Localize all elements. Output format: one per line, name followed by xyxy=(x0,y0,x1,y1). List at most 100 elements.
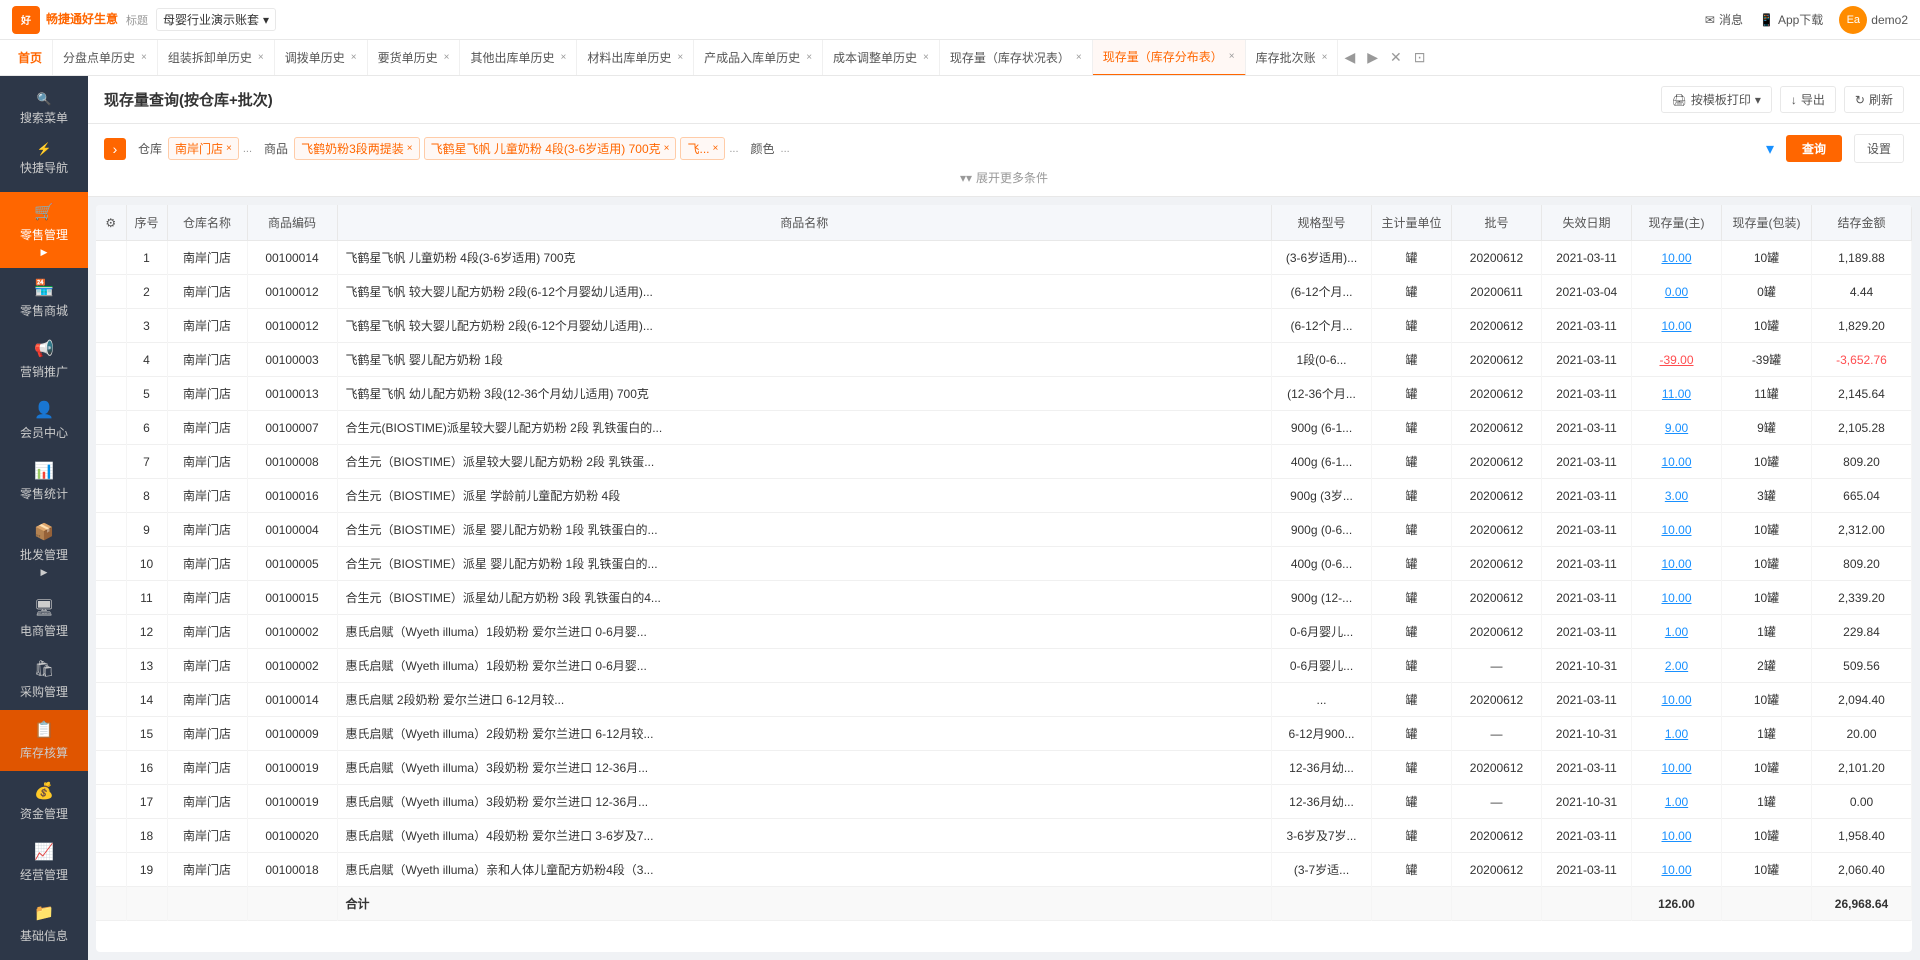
cell-stock-main[interactable]: 3.00 xyxy=(1632,479,1722,513)
warehouse-tag-南岸门店[interactable]: 南岸门店 × xyxy=(168,137,239,160)
tag-close-icon[interactable]: × xyxy=(407,143,413,154)
tab-现存量分布[interactable]: 现存量（库存分布表） × xyxy=(1093,40,1246,76)
query-button[interactable]: 查询 xyxy=(1786,135,1842,162)
goods-tag-3[interactable]: 飞... × xyxy=(680,137,725,160)
col-header-settings[interactable]: ⚙ xyxy=(96,205,126,241)
tab-close-icon[interactable]: × xyxy=(1229,51,1235,62)
cell-stock-main[interactable]: 1.00 xyxy=(1632,615,1722,649)
sidebar-quicknav[interactable]: ⚡ 快捷导航 xyxy=(0,134,88,184)
sidebar-item-operation[interactable]: 📈 经营管理 xyxy=(0,832,88,893)
cell-warehouse: 南岸门店 xyxy=(167,751,247,785)
sidebar-item-purchase[interactable]: 🛍 采购管理 xyxy=(0,649,88,710)
sidebar-search[interactable]: 🔍 搜索菜单 xyxy=(0,84,88,134)
warehouse-more-button[interactable]: ... xyxy=(243,143,252,155)
tag-close-icon[interactable]: × xyxy=(713,143,719,154)
cell-stock-main[interactable]: 10.00 xyxy=(1632,513,1722,547)
color-more-button[interactable]: ... xyxy=(781,143,790,155)
sidebar-item-ecommerce[interactable]: 🖥 电商管理 xyxy=(0,588,88,649)
expand-more-filters[interactable]: ▾▾ 展开更多条件 xyxy=(104,169,1904,186)
tab-close-icon[interactable]: × xyxy=(141,52,147,63)
cell-stock-main[interactable]: 10.00 xyxy=(1632,445,1722,479)
tab-其他出库[interactable]: 其他出库单历史 × xyxy=(460,40,577,76)
cell-stock-main[interactable]: 1.00 xyxy=(1632,717,1722,751)
company-select[interactable]: 母婴行业演示账套 ▾ xyxy=(156,8,276,31)
sidebar-item-zero-retail[interactable]: 🛒 零售管理 ▶ xyxy=(0,192,88,268)
cell-stock-main[interactable]: 10.00 xyxy=(1632,853,1722,887)
tab-maximize-icon[interactable]: ⊡ xyxy=(1408,40,1432,76)
sidebar-item-marketing[interactable]: 📢 营销推广 xyxy=(0,329,88,390)
sidebar-item-inventory[interactable]: 📋 库存核算 xyxy=(0,710,88,771)
cell-stock-main[interactable]: 1.00 xyxy=(1632,785,1722,819)
dropdown-chevron-icon[interactable]: ▾ xyxy=(1766,139,1774,159)
table-total-row: 合计 126.00 26,968.64 xyxy=(96,887,1912,921)
cell-stock-main[interactable]: -39.00 xyxy=(1632,343,1722,377)
cell-stock-main[interactable]: 10.00 xyxy=(1632,683,1722,717)
printer-icon: 🖨 xyxy=(1672,93,1687,107)
sidebar-item-retail-stats[interactable]: 📊 零售统计 xyxy=(0,451,88,512)
cell-stock-main[interactable]: 10.00 xyxy=(1632,547,1722,581)
expand-arrow-icon: ▶ xyxy=(41,247,48,258)
tab-成本调整[interactable]: 成本调整单历史 × xyxy=(823,40,940,76)
total-empty-spec xyxy=(1272,887,1372,921)
table-row: 8 南岸门店 00100016 合生元（BIOSTIME）派星 学龄前儿童配方奶… xyxy=(96,479,1912,513)
cell-unit: 罐 xyxy=(1372,751,1452,785)
tag-close-icon[interactable]: × xyxy=(664,143,670,154)
tab-prev-arrow[interactable]: ◀ xyxy=(1338,40,1361,76)
cell-stock-pkg: 1罐 xyxy=(1722,785,1812,819)
user-avatar-area[interactable]: Ea demo2 xyxy=(1839,6,1908,34)
sidebar-item-member[interactable]: 👤 会员中心 xyxy=(0,390,88,451)
cell-unit: 罐 xyxy=(1372,581,1452,615)
tab-库存批次账[interactable]: 库存批次账 × xyxy=(1246,40,1339,76)
sidebar-item-wholesale[interactable]: 📦 批发管理 ▶ xyxy=(0,512,88,588)
cell-stock-main[interactable]: 10.00 xyxy=(1632,581,1722,615)
tab-label: 产成品入库单历史 xyxy=(704,49,800,66)
cell-stock-main[interactable]: 10.00 xyxy=(1632,309,1722,343)
cell-stock-main[interactable]: 0.00 xyxy=(1632,275,1722,309)
cell-stock-main[interactable]: 11.00 xyxy=(1632,377,1722,411)
tag-close-icon[interactable]: × xyxy=(226,143,232,154)
cell-num: 8 xyxy=(126,479,167,513)
goods-tag-2[interactable]: 飞鹤星飞帆 儿童奶粉 4段(3-6岁适用) 700克 × xyxy=(424,137,677,160)
tab-close-icon[interactable]: × xyxy=(444,52,450,63)
sidebar-item-system[interactable]: ⚙ 系统管理 xyxy=(0,954,88,960)
tab-close-icon[interactable]: × xyxy=(677,52,683,63)
cell-stock-main[interactable]: 9.00 xyxy=(1632,411,1722,445)
tab-现存量状况[interactable]: 现存量（库存状况表） × xyxy=(940,40,1093,76)
total-empty-code xyxy=(247,887,337,921)
sidebar-item-finance[interactable]: 💰 资金管理 xyxy=(0,771,88,832)
goods-more-button[interactable]: ... xyxy=(729,143,738,155)
tab-材料出库[interactable]: 材料出库单历史 × xyxy=(577,40,694,76)
message-button[interactable]: ✉ 消息 xyxy=(1705,11,1743,28)
cell-stock-main[interactable]: 10.00 xyxy=(1632,751,1722,785)
sidebar-item-retail-mall[interactable]: 🏪 零售商城 xyxy=(0,268,88,329)
tab-close-icon[interactable]: × xyxy=(1076,52,1082,63)
goods-tag-1[interactable]: 飞鹤奶粉3段两提装 × xyxy=(294,137,420,160)
tab-close-icon[interactable]: × xyxy=(806,52,812,63)
tab-close-icon[interactable]: × xyxy=(1322,52,1328,63)
template-print-button[interactable]: 🖨 按模板打印 ▾ xyxy=(1661,86,1772,113)
tab-分盘点[interactable]: 分盘点单历史 × xyxy=(53,40,158,76)
tab-close-icon[interactable]: × xyxy=(923,52,929,63)
tab-home[interactable]: 首页 xyxy=(8,40,53,76)
tab-产成品[interactable]: 产成品入库单历史 × xyxy=(694,40,823,76)
cell-code: 00100014 xyxy=(247,241,337,275)
tab-close-icon[interactable]: × xyxy=(560,52,566,63)
export-button[interactable]: ↓ 导出 xyxy=(1780,86,1836,113)
settings-button[interactable]: 设置 xyxy=(1854,134,1904,163)
tab-要货单[interactable]: 要货单历史 × xyxy=(368,40,461,76)
template-print-label: 按模板打印 xyxy=(1691,91,1751,108)
cell-stock-main[interactable]: 10.00 xyxy=(1632,241,1722,275)
cell-stock-main[interactable]: 2.00 xyxy=(1632,649,1722,683)
tab-调拨单[interactable]: 调拨单历史 × xyxy=(275,40,368,76)
refresh-button[interactable]: ↻ 刷新 xyxy=(1844,86,1904,113)
tab-next-arrow[interactable]: ▶ xyxy=(1361,40,1384,76)
app-download-button[interactable]: 📱 App下载 xyxy=(1759,11,1823,28)
tab-close-icon[interactable]: × xyxy=(351,52,357,63)
cell-spec: (6-12个月... xyxy=(1272,309,1372,343)
filter-expand-button[interactable]: › xyxy=(104,138,126,160)
cell-stock-main[interactable]: 10.00 xyxy=(1632,819,1722,853)
tab-close-all-icon[interactable]: ✕ xyxy=(1384,40,1408,76)
sidebar-item-basic[interactable]: 📁 基础信息 xyxy=(0,893,88,954)
tab-close-icon[interactable]: × xyxy=(258,52,264,63)
tab-组装拆卸[interactable]: 组装拆卸单历史 × xyxy=(158,40,275,76)
